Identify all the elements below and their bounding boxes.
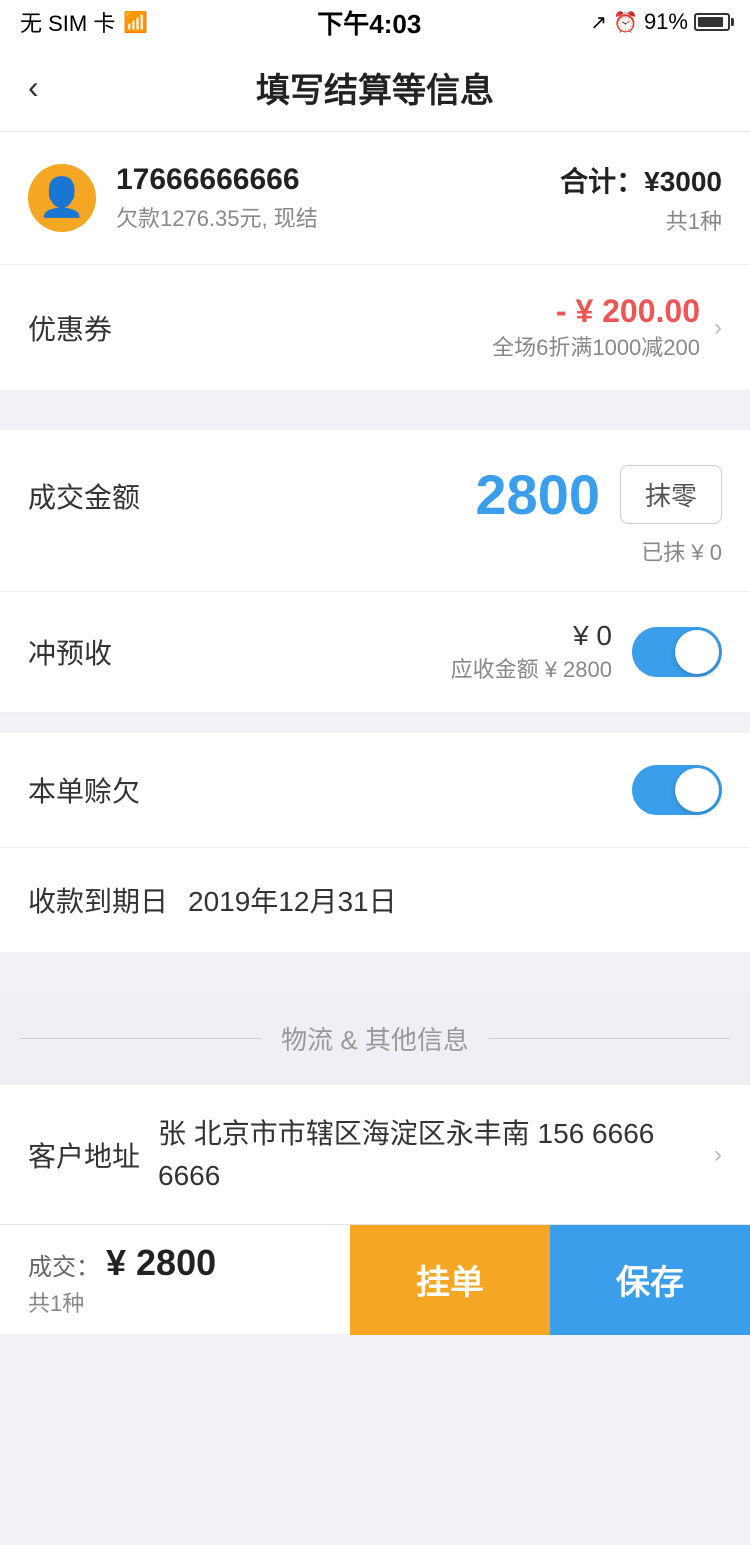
deal-amount-sub: 已抹 ¥ 0 — [641, 535, 722, 567]
alarm-icon: ⏰ — [613, 10, 638, 35]
debt-toggle-knob — [675, 768, 719, 812]
page-title: 填写结算等信息 — [256, 63, 494, 112]
status-time: 下午4:03 — [317, 4, 421, 41]
wifi-icon: 📶 — [123, 10, 148, 35]
save-button[interactable]: 保存 — [550, 1225, 750, 1335]
address-label: 客户地址 — [28, 1135, 158, 1175]
sim-label: 无 SIM 卡 — [20, 6, 115, 38]
due-date-row: 收款到期日 2019年12月31日 — [0, 847, 750, 952]
due-date-label: 收款到期日 — [28, 880, 168, 920]
deal-amount-row: 成交金额 2800 抹零 已抹 ¥ 0 — [0, 430, 750, 592]
coupon-chevron-icon: › — [714, 314, 722, 342]
avatar: 👤 — [28, 164, 96, 232]
divider-1 — [0, 410, 750, 430]
due-date-value: 2019年12月31日 — [188, 880, 397, 920]
nav-bar: ‹ 填写结算等信息 — [0, 44, 750, 132]
total-value: ¥3000 — [644, 166, 722, 197]
prepay-amount: ¥ 0 — [451, 620, 612, 652]
back-button[interactable]: ‹ — [28, 69, 39, 106]
bottom-summary: 成交： ¥ 2800 共1种 — [0, 1242, 350, 1318]
coupon-info: - ¥ 200.00 全场6折满1000减200 — [492, 293, 700, 362]
deal-amount-value-wrap: 2800 抹零 已抹 ¥ 0 — [168, 462, 722, 567]
divider-2 — [0, 713, 750, 733]
coupon-label: 优惠券 — [28, 308, 112, 348]
prepay-toggle[interactable] — [632, 627, 722, 677]
deal-amount-number: 2800 — [475, 462, 600, 527]
bottom-summary-amount: ¥ 2800 — [106, 1242, 216, 1284]
coupon-amount: - ¥ 200.00 — [492, 293, 700, 330]
user-row: 👤 17666666666 欠款1276.35元, 现结 合计：¥3000 共1… — [0, 132, 750, 264]
total-info: 合计：¥3000 共1种 — [560, 160, 722, 236]
logistics-header: 物流 & 其他信息 — [0, 992, 750, 1085]
user-subtitle: 欠款1276.35元, 现结 — [116, 201, 560, 233]
total-count: 共1种 — [560, 204, 722, 236]
user-phone: 17666666666 — [116, 163, 560, 197]
divider-3 — [0, 972, 750, 992]
own-debt-section: 本单赊欠 收款到期日 2019年12月31日 — [0, 733, 750, 952]
prepay-sub: 应收金额 ¥ 2800 — [451, 652, 612, 684]
bottom-bar: 成交： ¥ 2800 共1种 挂单 保存 — [0, 1224, 750, 1334]
status-left: 无 SIM 卡 📶 — [20, 6, 148, 38]
user-card: 👤 17666666666 欠款1276.35元, 现结 合计：¥3000 共1… — [0, 132, 750, 390]
address-row[interactable]: 客户地址 张 北京市市辖区海淀区永丰南 156 6666 6666 › — [0, 1085, 750, 1225]
coupon-desc: 全场6折满1000减200 — [492, 330, 700, 362]
bottom-summary-count: 共1种 — [28, 1286, 322, 1318]
coupon-row[interactable]: 优惠券 - ¥ 200.00 全场6折满1000减200 › — [0, 264, 750, 390]
form-section: 成交金额 2800 抹零 已抹 ¥ 0 冲预收 ¥ 0 应收金额 ¥ 2800 — [0, 430, 750, 713]
bottom-summary-label: 成交： — [28, 1247, 100, 1282]
total-amount: 合计：¥3000 — [560, 160, 722, 200]
debt-toggle[interactable] — [632, 765, 722, 815]
user-info: 17666666666 欠款1276.35元, 现结 — [116, 163, 560, 233]
prepay-toggle-knob — [675, 630, 719, 674]
round-button[interactable]: 抹零 — [620, 465, 722, 524]
battery-icon — [694, 13, 730, 31]
prepay-label: 冲预收 — [28, 632, 112, 672]
location-icon: ↗ — [590, 10, 607, 35]
total-label: 合计： — [560, 166, 644, 197]
logistics-title: 物流 & 其他信息 — [281, 1020, 469, 1057]
prepay-row: 冲预收 ¥ 0 应收金额 ¥ 2800 — [0, 592, 750, 713]
status-bar: 无 SIM 卡 📶 下午4:03 ↗ ⏰ 91% — [0, 0, 750, 44]
prepay-amount-wrap: ¥ 0 应收金额 ¥ 2800 — [451, 620, 612, 684]
prepay-right: ¥ 0 应收金额 ¥ 2800 — [451, 620, 722, 684]
address-chevron-icon: › — [714, 1141, 722, 1169]
hang-button[interactable]: 挂单 — [350, 1225, 550, 1335]
status-right: ↗ ⏰ 91% — [590, 9, 730, 35]
debt-row: 本单赊欠 — [0, 733, 750, 847]
user-icon: 👤 — [38, 176, 85, 220]
deal-amount-label: 成交金额 — [28, 462, 168, 516]
address-value: 张 北京市市辖区海淀区永丰南 156 6666 6666 — [158, 1113, 704, 1197]
battery-percent: 91% — [644, 9, 688, 35]
debt-label: 本单赊欠 — [28, 770, 140, 810]
